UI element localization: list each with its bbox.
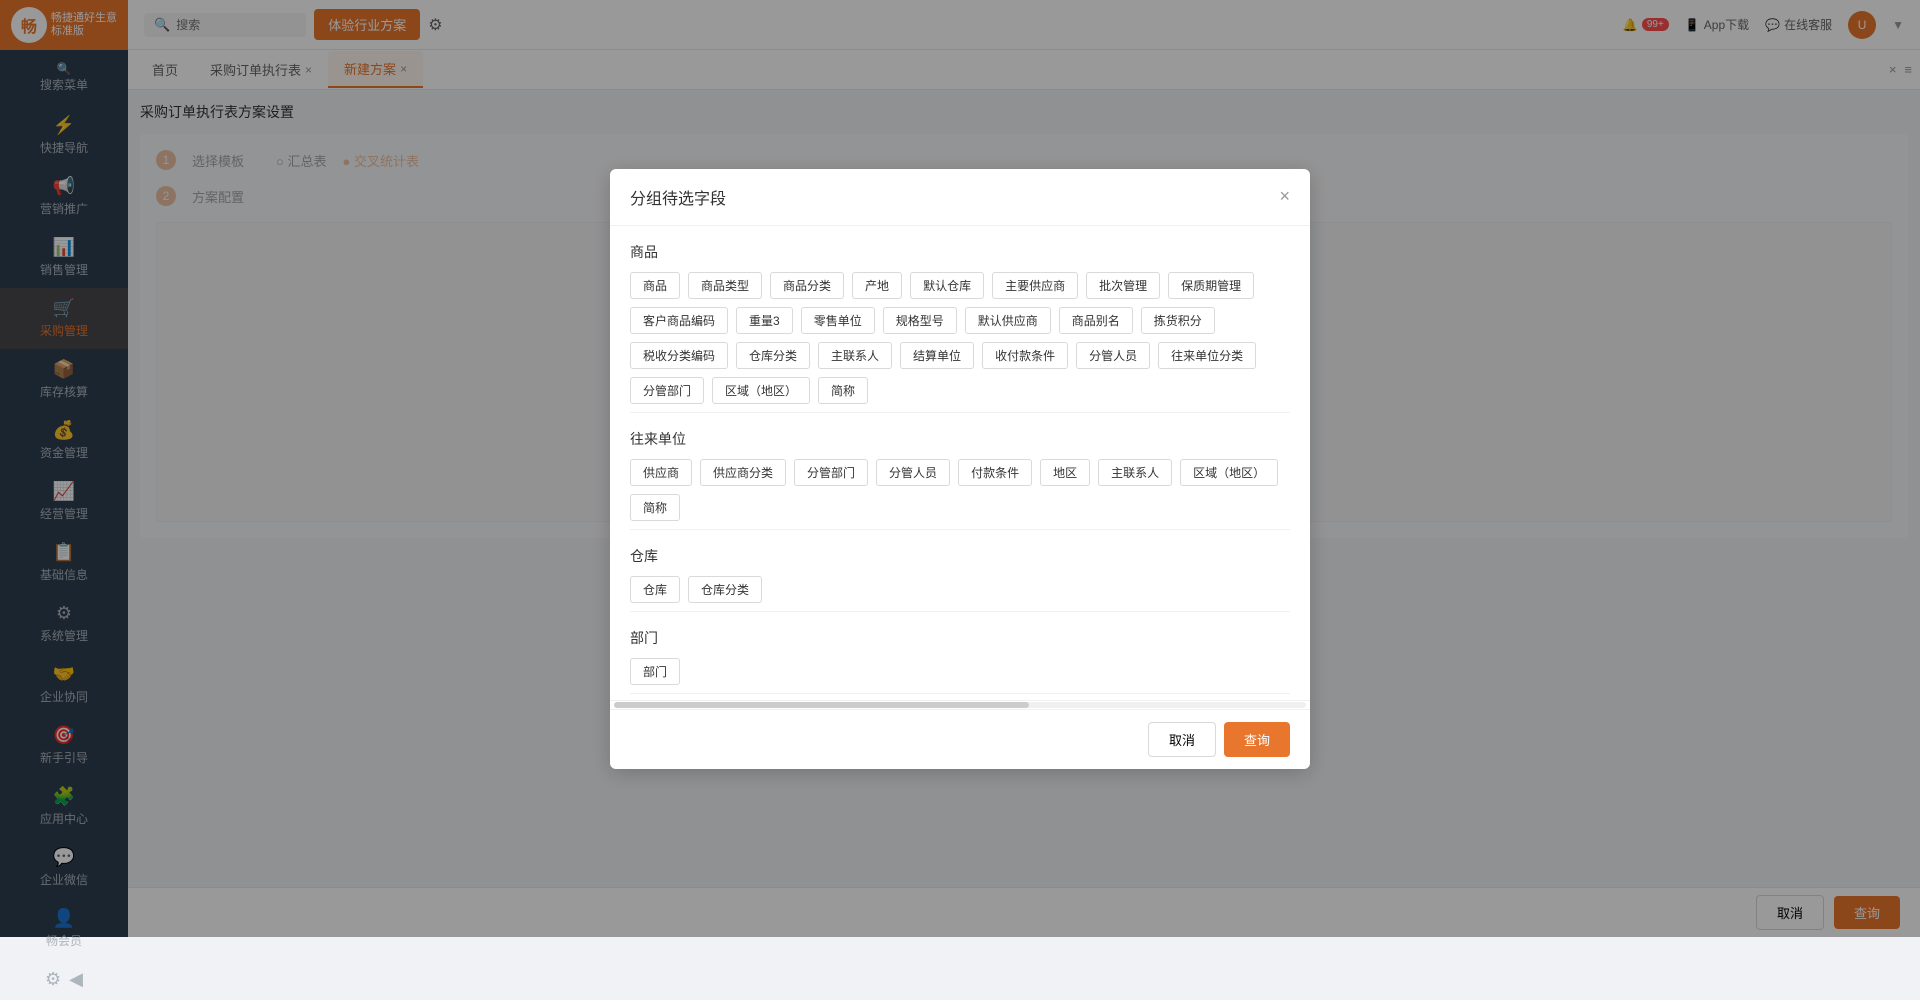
section-partner-title: 往来单位: [630, 429, 1290, 449]
modal-header: 分组待选字段 ×: [610, 169, 1310, 226]
partner-fields: 供应商 供应商分类 分管部门 分管人员 付款条件 地区 主联系人 区域（地区） …: [630, 459, 1290, 521]
field-tag-wh-category[interactable]: 仓库分类: [688, 576, 762, 603]
field-tag-retail-unit[interactable]: 零售单位: [801, 307, 875, 334]
field-tag-personnel[interactable]: 分管人员: [876, 459, 950, 486]
field-tag-manager[interactable]: 分管人员: [1076, 342, 1150, 369]
field-tag-default-warehouse[interactable]: 默认仓库: [910, 272, 984, 299]
field-tag-region[interactable]: 区域（地区）: [712, 377, 810, 404]
field-tag-main-contact[interactable]: 主联系人: [818, 342, 892, 369]
field-tag-abbr[interactable]: 简称: [630, 494, 680, 521]
field-tag-product-type[interactable]: 商品类型: [688, 272, 762, 299]
field-tag-pick-score[interactable]: 拣货积分: [1141, 307, 1215, 334]
collapse-icon[interactable]: ◀: [69, 969, 83, 990]
modal-confirm-button[interactable]: 查询: [1224, 722, 1290, 757]
field-tag-area[interactable]: 地区: [1040, 459, 1090, 486]
field-tag-product[interactable]: 商品: [630, 272, 680, 299]
field-tag-supplier-category[interactable]: 供应商分类: [700, 459, 786, 486]
field-tag-payment-terms[interactable]: 收付款条件: [982, 342, 1068, 369]
modal-body: 商品 商品 商品类型 商品分类 产地 默认仓库 主要供应商 批次管理 保质期管理…: [610, 226, 1310, 701]
modal-footer: 取消 查询: [610, 709, 1310, 769]
divider-4: [630, 693, 1290, 694]
section-warehouse-title: 仓库: [630, 546, 1290, 566]
field-tag-settlement-unit[interactable]: 结算单位: [900, 342, 974, 369]
modal-close-button[interactable]: ×: [1279, 186, 1290, 207]
field-tag-product-category[interactable]: 商品分类: [770, 272, 844, 299]
field-tag-customer-code[interactable]: 客户商品编码: [630, 307, 728, 334]
field-tag-department[interactable]: 部门: [630, 658, 680, 685]
field-tag-main-supplier[interactable]: 主要供应商: [992, 272, 1078, 299]
field-tag-spec-model[interactable]: 规格型号: [883, 307, 957, 334]
field-tag-default-supplier[interactable]: 默认供应商: [965, 307, 1051, 334]
field-tag-batch-manage[interactable]: 批次管理: [1086, 272, 1160, 299]
modal-hscrollbar: [610, 700, 1310, 708]
hscroll-track: [614, 702, 1306, 708]
hscroll-thumb[interactable]: [614, 702, 1029, 708]
field-tag-warehouse[interactable]: 仓库: [630, 576, 680, 603]
field-tag-partner-category[interactable]: 往来单位分类: [1158, 342, 1256, 369]
divider-2: [630, 529, 1290, 530]
modal-overlay[interactable]: 分组待选字段 × 商品 商品 商品类型 商品分类 产地 默认仓库 主要供应商 批…: [0, 0, 1920, 937]
section-dept-title: 部门: [630, 628, 1290, 648]
field-tag-short-name[interactable]: 简称: [818, 377, 868, 404]
warehouse-fields: 仓库 仓库分类: [630, 576, 1290, 603]
field-tag-warehouse-category[interactable]: 仓库分类: [736, 342, 810, 369]
modal-cancel-button[interactable]: 取消: [1148, 722, 1216, 757]
field-tag-region2[interactable]: 区域（地区）: [1180, 459, 1278, 486]
section-product-title: 商品: [630, 242, 1290, 262]
field-tag-origin[interactable]: 产地: [852, 272, 902, 299]
field-tag-dept[interactable]: 分管部门: [794, 459, 868, 486]
dept-fields: 部门: [630, 658, 1290, 685]
settings-bottom-icon[interactable]: ⚙: [45, 969, 61, 990]
field-tag-pay-terms[interactable]: 付款条件: [958, 459, 1032, 486]
modal-title: 分组待选字段: [630, 185, 726, 209]
divider-3: [630, 611, 1290, 612]
field-tag-product-alias[interactable]: 商品别名: [1059, 307, 1133, 334]
field-tag-tax-code[interactable]: 税收分类编码: [630, 342, 728, 369]
field-tag-dept-manage[interactable]: 分管部门: [630, 377, 704, 404]
field-tag-supplier[interactable]: 供应商: [630, 459, 692, 486]
field-tag-main-contact2[interactable]: 主联系人: [1098, 459, 1172, 486]
field-tag-expiry[interactable]: 保质期管理: [1168, 272, 1254, 299]
field-select-modal: 分组待选字段 × 商品 商品 商品类型 商品分类 产地 默认仓库 主要供应商 批…: [610, 169, 1310, 769]
field-tag-weight3[interactable]: 重量3: [736, 307, 793, 334]
divider-1: [630, 412, 1290, 413]
product-fields: 商品 商品类型 商品分类 产地 默认仓库 主要供应商 批次管理 保质期管理 客户…: [630, 272, 1290, 404]
